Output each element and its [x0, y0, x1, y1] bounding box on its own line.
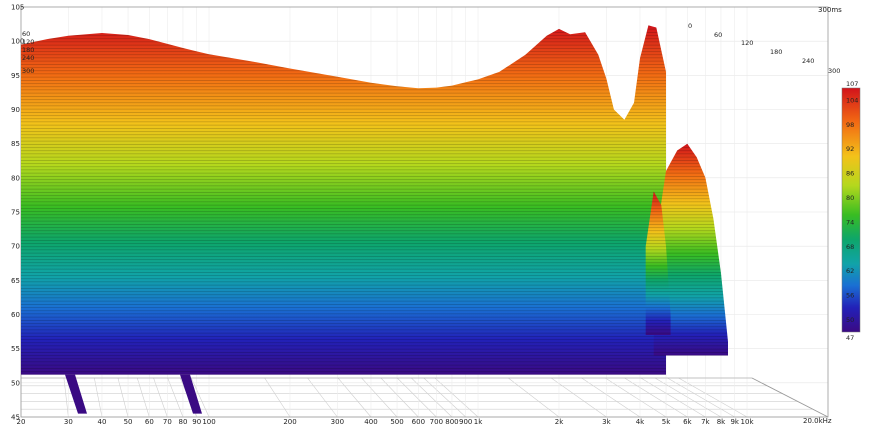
x-tick-label: 9k: [730, 418, 739, 426]
y-tick-label: 70: [11, 243, 20, 251]
y-tick-label: 55: [11, 345, 20, 353]
x-tick-label: 900: [459, 418, 472, 426]
floor-gridline: [361, 377, 398, 418]
x-tick-label: 400: [364, 418, 377, 426]
x-tick-label: 8k: [717, 418, 726, 426]
time-tick-label: 240: [22, 54, 34, 62]
floor-gridline: [434, 377, 479, 418]
x-axis-ticks: 20 30 40 50 60 70 80 90 100 200 300 400 500 600 700 800…: [17, 418, 755, 426]
x-tick-label: 80: [178, 418, 187, 426]
x-tick-label: 300: [331, 418, 344, 426]
x-axis-unit-label: 20.0kHz: [803, 417, 832, 425]
floor-gridline: [264, 377, 291, 418]
y-tick-label: 85: [11, 140, 20, 148]
waterfall-slice-lines: [21, 25, 666, 375]
colorbar-tick-label: 74: [846, 218, 854, 226]
y-tick-label: 75: [11, 209, 20, 217]
y-tick-label: 95: [11, 72, 20, 80]
x-tick-label: 3k: [602, 418, 611, 426]
y-tick-label: 80: [11, 174, 20, 182]
colorbar-tick-label: 92: [846, 145, 854, 153]
time-tick-label: 120: [22, 38, 34, 46]
floor-gridline: [153, 377, 168, 418]
x-tick-label: 600: [412, 418, 425, 426]
time-tick-label: 60: [714, 31, 722, 39]
x-tick-label: 20: [17, 418, 26, 426]
x-tick-label: 90: [192, 418, 201, 426]
colorbar-tick-label: 98: [846, 121, 854, 129]
x-tick-label: 200: [283, 418, 296, 426]
x-tick-label: 10k: [741, 418, 755, 426]
floor-gridline: [136, 377, 150, 418]
floor-gridline: [640, 377, 706, 418]
floor-gridline: [678, 377, 748, 418]
colorbar-min-label: 47: [846, 334, 854, 342]
floor-gridline: [605, 377, 667, 418]
floor-gridline: [63, 377, 69, 418]
floor-gridline: [337, 377, 372, 418]
floor-gridline: [307, 377, 338, 418]
x-tick-label: 30: [64, 418, 73, 426]
time-tick-label: 180: [22, 46, 34, 54]
x-tick-label: 6k: [683, 418, 692, 426]
x-tick-label: 4k: [636, 418, 645, 426]
waterfall-surface: [21, 25, 728, 414]
floor-gridline: [508, 377, 560, 418]
x-tick-label: 5k: [662, 418, 671, 426]
colorbar-tick-label: 56: [846, 292, 854, 300]
time-tick-label: 180: [770, 48, 782, 56]
x-tick-label: 500: [390, 418, 403, 426]
floor-gridline: [94, 377, 103, 418]
x-tick-label: 2k: [555, 418, 564, 426]
y-tick-label: 105: [11, 4, 24, 12]
time-tick-label: 300: [22, 67, 34, 75]
y-tick-label: 65: [11, 277, 20, 285]
colorbar-tick-label: 80: [846, 194, 854, 202]
colorbar-tick-label: 62: [846, 267, 854, 275]
colorbar-tick-label: 68: [846, 243, 854, 251]
x-tick-label: 700: [430, 418, 443, 426]
y-tick-label: 60: [11, 311, 20, 319]
x-tick-label: 100: [202, 418, 215, 426]
y-tick-label: 90: [11, 106, 20, 114]
y-tick-label: 50: [11, 379, 20, 387]
x-tick-label: 800: [445, 418, 458, 426]
floor-grid: [20, 377, 829, 418]
time-tick-label: 0: [688, 22, 692, 30]
colorbar-tick-label: 86: [846, 170, 854, 178]
x-tick-label: 7k: [701, 418, 710, 426]
floor-gridline: [581, 377, 641, 418]
depth-edge: [751, 377, 829, 418]
colorbar: 104 98 92 86 80 74 68 62 56 50 107 47: [841, 80, 861, 342]
colorbar-tick-label: 104: [846, 96, 858, 104]
colorbar-tick-label: 50: [846, 316, 854, 324]
x-tick-label: 70: [163, 418, 172, 426]
floor-gridline: [380, 377, 419, 418]
time-axis-label: 300ms: [818, 6, 842, 14]
x-tick-label: 1k: [474, 418, 483, 426]
waterfall-chart: 4550556065707580859095100105 20 30 40 50 60 7…: [11, 4, 861, 426]
x-tick-label: 60: [145, 418, 154, 426]
floor-gridline: [551, 377, 607, 418]
time-tick-label: 240: [802, 57, 814, 65]
floor-gridline: [117, 377, 129, 418]
colorbar-max-label: 107: [846, 80, 858, 88]
time-tick-label: 300: [828, 67, 840, 75]
floor-gridline: [167, 377, 184, 418]
time-tick-label: 60: [22, 30, 30, 38]
x-tick-label: 50: [124, 418, 133, 426]
x-tick-label: 40: [98, 418, 107, 426]
floor-gridline: [411, 377, 453, 418]
time-tick-label: 120: [741, 39, 753, 47]
floor-gridline: [654, 377, 722, 418]
